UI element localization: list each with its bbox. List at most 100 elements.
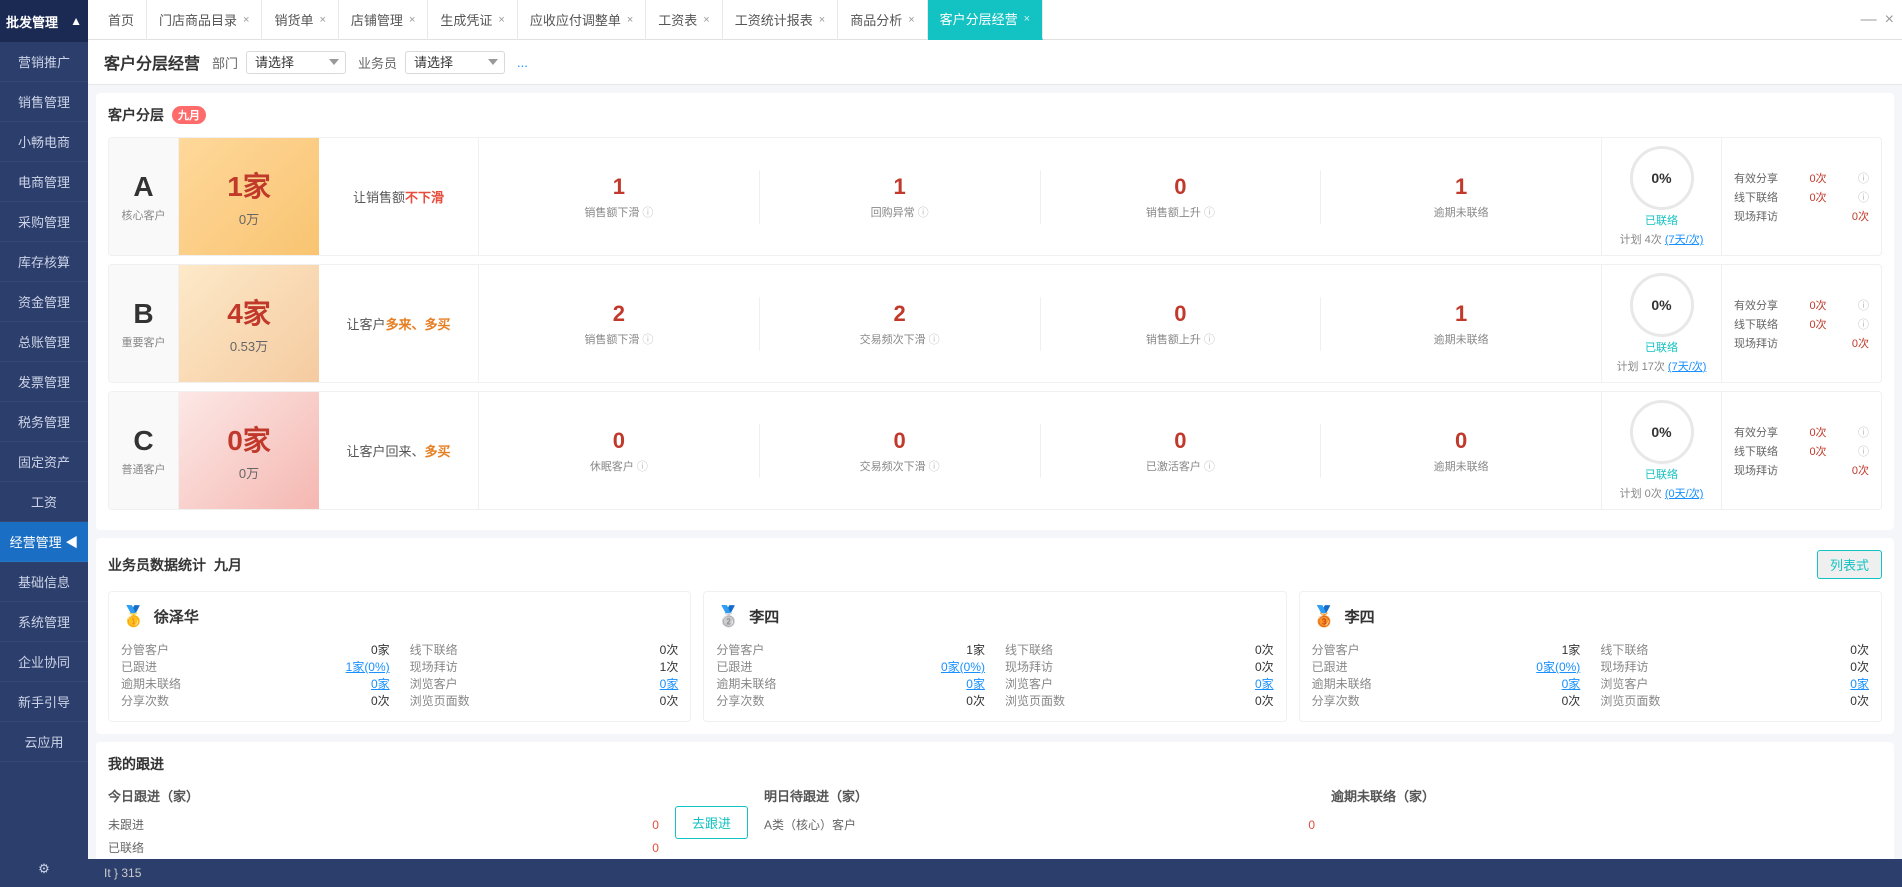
tier-c-stats: 0 休眠客户 ⓘ 0 交易频次下滑 ⓘ 0 已激活客户 ⓘ 0 逾期未联络 [479,392,1601,509]
tier-b-stat-3[interactable]: 0 销售额上升 ⓘ [1041,297,1322,351]
staff-1-stats: 分管客户0家 已跟进1家(0%) 逾期未联络0家 分享次数0次 线下联络0次 现… [121,641,678,709]
tab-store-mgmt[interactable]: 店铺管理× [339,0,428,40]
tab-ar-ap[interactable]: 应收应付调整单× [518,0,646,40]
sidebar-item-cooperation[interactable]: 企业协同 [0,642,88,682]
staff-3-stats: 分管客户1家 已跟进0家(0%) 逾期未联络0家 分享次数0次 线下联络0次 现… [1312,641,1869,709]
tier-c-label: C 普通客户 [109,392,179,509]
go-followup-button[interactable]: 去跟进 [675,806,748,839]
tier-b-main-stat[interactable]: 4家 0.53万 [179,265,319,382]
tier-c-stat-4[interactable]: 0 逾期未联络 [1321,424,1601,478]
tier-b-stat-4[interactable]: 1 逾期未联络 [1321,297,1601,351]
sidebar-item-payroll[interactable]: 工资 [0,482,88,522]
tier-a-main-stat[interactable]: 1家 0万 [179,138,319,255]
content-area: 客户分层经营 部门 请选择 业务员 请选择 ... 客户分层 九月 [88,40,1902,859]
tab-close-store-products[interactable]: × [243,14,249,26]
staff-select[interactable]: 请选择 [405,51,505,74]
sidebar-title: 批发管理 [6,12,58,31]
tab-sales-order[interactable]: 销货单× [262,0,338,40]
tier-a-stat-2[interactable]: 1 回购异常 ⓘ [760,170,1041,224]
followup-tomorrow-col: 明日待跟进（家） A类（核心）客户 0 [764,786,1315,836]
sidebar-item-finance[interactable]: 资金管理 [0,282,88,322]
main-area: 首页 门店商品目录× 销货单× 店铺管理× 生成凭证× 应收应付调整单× 工资表… [88,0,1902,887]
tab-product-analysis[interactable]: 商品分析× [838,0,927,40]
tier-b-stat-1[interactable]: 2 销售额下滑 ⓘ [479,297,760,351]
tier-a-stat-3[interactable]: 0 销售额上升 ⓘ [1041,170,1322,224]
tab-bar: 首页 门店商品目录× 销货单× 店铺管理× 生成凭证× 应收应付调整单× 工资表… [88,0,1902,40]
tier-a-label: A 核心客户 [109,138,179,255]
sidebar-item-tax[interactable]: 税务管理 [0,402,88,442]
followup-section: 我的跟进 今日跟进（家） 未跟进 0 已联络 0 未联络 1 [96,742,1894,859]
dept-label: 部门 [212,53,238,72]
sidebar-item-management[interactable]: 经营管理 ◀ [0,522,88,562]
tier-a-suggestion: 让销售额不下滑 [319,138,479,255]
tab-close-customer-tier[interactable]: × [1024,13,1030,25]
tab-close-payroll-report[interactable]: × [819,14,825,26]
tab-close-payroll-table[interactable]: × [703,14,709,26]
biz-title: 业务员数据统计 九月 [108,555,242,575]
followup-goto-btn-col: 去跟进 [675,786,748,839]
tier-a-stats: 1 销售额下滑 ⓘ 1 回购异常 ⓘ 0 销售额上升 ⓘ 1 逾期未联络 [479,138,1601,255]
tab-actions: — × [1861,11,1894,29]
sidebar-item-ecommerce-small[interactable]: 小畅电商 [0,122,88,162]
sidebar-item-ledger[interactable]: 总账管理 [0,322,88,362]
tab-minimize-icon[interactable]: — [1861,11,1877,29]
tab-customer-tier[interactable]: 客户分层经营× [928,0,1043,40]
tab-close-sales-order[interactable]: × [319,14,325,26]
sidebar-item-guide[interactable]: 新手引导 [0,682,88,722]
sidebar-item-inventory[interactable]: 库存核算 [0,242,88,282]
followup-title: 我的跟进 [108,754,1882,774]
sidebar-collapse-icon[interactable]: ▲ [70,14,82,28]
tab-voucher[interactable]: 生成凭证× [428,0,517,40]
tier-a-circle: 0% 已联络 计划 4次 (7天/次) [1601,138,1721,255]
bottom-bar: It } 315 [88,859,1902,887]
tab-close-store-mgmt[interactable]: × [409,14,415,26]
sidebar-item-purchase[interactable]: 采购管理 [0,202,88,242]
tab-store-products[interactable]: 门店商品目录× [147,0,262,40]
tab-home[interactable]: 首页 [96,0,147,40]
tier-c-stat-1[interactable]: 0 休眠客户 ⓘ [479,424,760,478]
tier-a-stat-4[interactable]: 1 逾期未联络 [1321,170,1601,224]
tier-b-stat-2[interactable]: 2 交易频次下滑 ⓘ [760,297,1041,351]
tab-close-ar-ap[interactable]: × [627,14,633,26]
tab-close-voucher[interactable]: × [498,14,504,26]
staff-grid: 🥇 徐泽华 分管客户0家 已跟进1家(0%) 逾期未联络0家 分享次数0次 线下… [108,591,1882,722]
tab-close-all-icon[interactable]: × [1885,11,1894,29]
tier-c-main-stat[interactable]: 0家 0万 [179,392,319,509]
sidebar-item-invoice[interactable]: 发票管理 [0,362,88,402]
tier-c-row: C 普通客户 0家 0万 让客户回来、多买 0 休眠客户 ⓘ 0 交易频次下滑 … [108,391,1882,510]
bottom-bar-text: It } 315 [104,866,141,880]
gear-icon: ⚙ [38,861,50,876]
tier-c-stat-2[interactable]: 0 交易频次下滑 ⓘ [760,424,1041,478]
tier-a-stat-1[interactable]: 1 销售额下滑 ⓘ [479,170,760,224]
staff-2-medal: 🥈 [716,604,741,629]
tab-payroll-report[interactable]: 工资统计报表× [723,0,838,40]
sidebar-item-marketing[interactable]: 营销推广 [0,42,88,82]
followup-overdue-col: 逾期未联络（家） [1331,786,1882,813]
sidebar-item-sales[interactable]: 销售管理 [0,82,88,122]
tier-b-label: B 重要客户 [109,265,179,382]
tier-a-right-stats: 有效分享 0次 ⓘ 线下联络 0次 ⓘ 现场拜访 0次 [1721,138,1881,255]
sidebar-item-basic-info[interactable]: 基础信息 [0,562,88,602]
list-view-button[interactable]: 列表式 [1817,550,1882,579]
tier-b-circle: 0% 已联络 计划 17次 (7天/次) [1601,265,1721,382]
more-filter-btn[interactable]: ... [517,55,528,70]
staff-label: 业务员 [358,53,397,72]
sidebar-item-cloud[interactable]: 云应用 [0,722,88,762]
sidebar-gear-button[interactable]: ⚙ [0,851,88,887]
tier-b-stats: 2 销售额下滑 ⓘ 2 交易频次下滑 ⓘ 0 销售额上升 ⓘ 1 逾期未联络 [479,265,1601,382]
tab-close-product-analysis[interactable]: × [908,14,914,26]
staff-1-right-stats: 线下联络0次 现场拜访1次 浏览客户0家 浏览页面数0次 [410,641,679,709]
tab-payroll-table[interactable]: 工资表× [646,0,722,40]
staff-card-1: 🥇 徐泽华 分管客户0家 已跟进1家(0%) 逾期未联络0家 分享次数0次 线下… [108,591,691,722]
staff-2-left-stats: 分管客户1家 已跟进0家(0%) 逾期未联络0家 分享次数0次 [716,641,985,709]
staff-filter: 业务员 请选择 [358,51,505,74]
dept-select[interactable]: 请选择 [246,51,346,74]
tier-c-stat-3[interactable]: 0 已激活客户 ⓘ [1041,424,1322,478]
tier-c-circle: 0% 已联络 计划 0次 (0天/次) [1601,392,1721,509]
sidebar: 批发管理 ▲ 营销推广 销售管理 小畅电商 电商管理 采购管理 库存核算 资金管… [0,0,88,887]
sidebar-item-system[interactable]: 系统管理 [0,602,88,642]
sidebar-item-ecommerce[interactable]: 电商管理 [0,162,88,202]
staff-3-name: 李四 [1345,606,1375,627]
sidebar-item-assets[interactable]: 固定资产 [0,442,88,482]
tier-c-right-stats: 有效分享 0次 ⓘ 线下联络 0次 ⓘ 现场拜访 0次 [1721,392,1881,509]
